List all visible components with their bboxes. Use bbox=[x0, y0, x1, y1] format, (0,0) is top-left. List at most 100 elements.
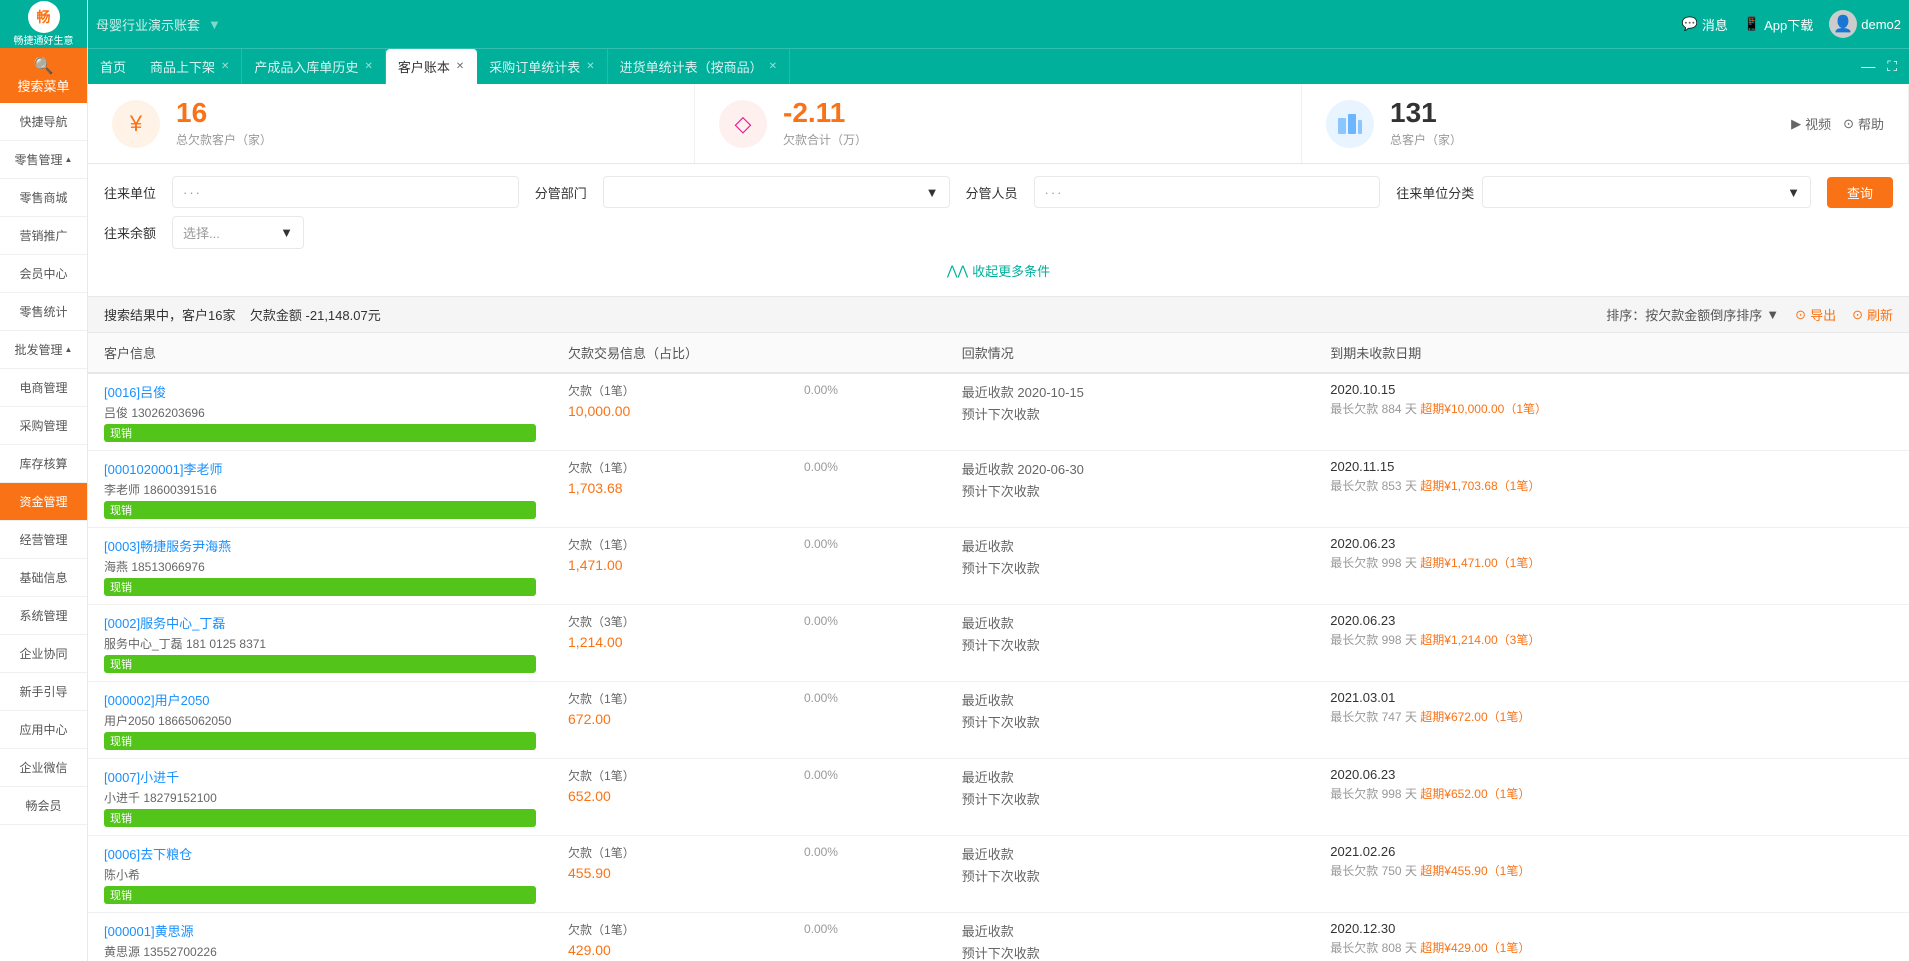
cell-percent-1: 0.00% bbox=[788, 451, 946, 528]
sidebar-item-new-guide[interactable]: 新手引导 bbox=[0, 673, 87, 711]
customer-name-7[interactable]: [000001]黄思源 bbox=[104, 921, 536, 940]
overdue-link-4[interactable]: 超期¥672.00（1笔） bbox=[1420, 710, 1530, 724]
customer-name-4[interactable]: [000002]用户2050 bbox=[104, 690, 536, 709]
debt-percent-4: 0.00% bbox=[804, 691, 838, 705]
sidebar-item-inventory[interactable]: 库存核算 bbox=[0, 445, 87, 483]
sidebar-item-quick-nav[interactable]: 快捷导航 bbox=[0, 103, 87, 141]
overdue-link-5[interactable]: 超期¥652.00（1笔） bbox=[1420, 787, 1530, 801]
tab-customer-account[interactable]: 客户账本 ✕ bbox=[386, 49, 477, 85]
cell-customer-2: [0003]畅捷服务尹海燕 海燕 18513066976 现销 bbox=[88, 528, 552, 605]
tab-action-maximize[interactable]: ⛶ bbox=[1883, 56, 1901, 77]
sidebar-item-retail-mgmt[interactable]: 零售管理▲ bbox=[0, 141, 87, 179]
overdue-link-7[interactable]: 超期¥429.00（1笔） bbox=[1420, 941, 1530, 955]
customer-phone-2: 海燕 18513066976 bbox=[104, 558, 536, 575]
cell-customer-5: [0007]小进千 小进千 18279152100 现销 bbox=[88, 759, 552, 836]
cell-percent-2: 0.00% bbox=[788, 528, 946, 605]
customer-tag-4: 现销 bbox=[104, 732, 536, 750]
overdue-link-2[interactable]: 超期¥1,471.00（1笔） bbox=[1420, 556, 1540, 570]
overdue-days-0: 最长欠款 884 天 超期¥10,000.00（1笔） bbox=[1330, 400, 1893, 417]
tab-home[interactable]: 首页 bbox=[88, 57, 138, 76]
results-summary: 搜索结果中，客户16家 bbox=[104, 308, 235, 323]
search-button[interactable]: 查询 bbox=[1827, 177, 1893, 208]
sidebar-item-marketing[interactable]: 营销推广 bbox=[0, 217, 87, 255]
stats-bar: ¥ 16 总欠款客户（家） ◇ -2.11 欠款合计（万） bbox=[88, 84, 1909, 164]
sidebar-item-enterprise[interactable]: 企业协同 bbox=[0, 635, 87, 673]
sidebar-item-member-center[interactable]: 会员中心 bbox=[0, 255, 87, 293]
tab-close-product-list[interactable]: ✕ bbox=[221, 61, 229, 72]
overdue-link-3[interactable]: 超期¥1,214.00（3笔） bbox=[1420, 633, 1540, 647]
customer-name-6[interactable]: [0006]去下粮仓 bbox=[104, 844, 536, 863]
table-row: [0001020001]李老师 李老师 18600391516 现销 欠款（1笔… bbox=[88, 451, 1909, 528]
cell-customer-6: [0006]去下粮仓 陈小希 现销 bbox=[88, 836, 552, 913]
message-btn[interactable]: 💬 消息 bbox=[1682, 15, 1728, 34]
debt-label-7: 欠款（1笔） bbox=[568, 921, 772, 938]
last-collect-6: 最近收款 bbox=[962, 844, 1298, 863]
debt-amount-icon: ◇ bbox=[719, 100, 767, 148]
sidebar-item-vip-member[interactable]: 畅会员 bbox=[0, 787, 87, 825]
message-icon: 💬 bbox=[1682, 16, 1698, 32]
debt-amount-3[interactable]: 1,214.00 bbox=[568, 634, 772, 650]
debt-amount-7[interactable]: 429.00 bbox=[568, 942, 772, 958]
dept-field: 分管部门 ▼ bbox=[535, 176, 950, 208]
tab-bar: 首页 商品上下架 ✕ 产成品入库单历史 ✕ 客户账本 ✕ 采购订单统计表 ✕ 进… bbox=[88, 48, 1909, 84]
debt-amount-2[interactable]: 1,471.00 bbox=[568, 557, 772, 573]
tab-product-list[interactable]: 商品上下架 ✕ bbox=[138, 49, 242, 85]
sidebar-item-batch-mgmt[interactable]: 批发管理▲ bbox=[0, 331, 87, 369]
customer-name-1[interactable]: [0001020001]李老师 bbox=[104, 459, 536, 478]
refresh-btn[interactable]: ⊙ 刷新 bbox=[1852, 305, 1893, 324]
sidebar-item-ecommerce[interactable]: 电商管理 bbox=[0, 369, 87, 407]
sidebar-item-finance[interactable]: 资金管理 bbox=[0, 483, 87, 521]
sidebar-item-retail-mall[interactable]: 零售商城 bbox=[0, 179, 87, 217]
table-row: [000002]用户2050 用户2050 18665062050 现销 欠款（… bbox=[88, 682, 1909, 759]
balance-select[interactable]: 选择... ▼ bbox=[172, 216, 304, 249]
tab-action-minimize[interactable]: — bbox=[1857, 56, 1879, 77]
sidebar-item-system-mgmt[interactable]: 系统管理 bbox=[0, 597, 87, 635]
help-btn[interactable]: ⊙ 帮助 bbox=[1843, 114, 1884, 133]
overdue-link-6[interactable]: 超期¥455.90（1笔） bbox=[1420, 864, 1530, 878]
user-avatar-btn[interactable]: 👤 demo2 bbox=[1829, 10, 1901, 38]
refresh-icon: ⊙ bbox=[1852, 307, 1863, 323]
debt-amount-1[interactable]: 1,703.68 bbox=[568, 480, 772, 496]
tab-close-customer-account[interactable]: ✕ bbox=[456, 61, 464, 72]
vendor-category-select[interactable]: ▼ bbox=[1482, 176, 1811, 208]
tab-inventory-stats[interactable]: 进货单统计表（按商品） ✕ bbox=[608, 49, 790, 85]
customer-tag-5: 现销 bbox=[104, 809, 536, 827]
customer-name-5[interactable]: [0007]小进千 bbox=[104, 767, 536, 786]
debt-amount-0[interactable]: 10,000.00 bbox=[568, 403, 772, 419]
dept-select[interactable]: ▼ bbox=[603, 176, 950, 208]
customer-name-3[interactable]: [0002]服务中心_丁磊 bbox=[104, 613, 536, 632]
vendor-category-field: 往来单位分类 ▼ bbox=[1396, 176, 1811, 208]
sidebar-item-enterprise-wechat[interactable]: 企业微信 bbox=[0, 749, 87, 787]
due-date-1: 2020.11.15 bbox=[1330, 459, 1893, 474]
tab-close-production-history[interactable]: ✕ bbox=[364, 61, 372, 72]
tab-close-purchase-order[interactable]: ✕ bbox=[586, 61, 594, 72]
customer-name-2[interactable]: [0003]畅捷服务尹海燕 bbox=[104, 536, 536, 555]
cell-due-4: 2021.03.01 最长欠款 747 天 超期¥672.00（1笔） bbox=[1314, 682, 1909, 759]
last-collect-4: 最近收款 bbox=[962, 690, 1298, 709]
sidebar-item-basic-info[interactable]: 基础信息 bbox=[0, 559, 87, 597]
tab-close-inventory-stats[interactable]: ✕ bbox=[769, 61, 777, 72]
sidebar-item-operation[interactable]: 经营管理 bbox=[0, 521, 87, 559]
cell-percent-0: 0.00% bbox=[788, 373, 946, 451]
debt-amount-6[interactable]: 455.90 bbox=[568, 865, 772, 881]
sort-select[interactable]: 排序：按欠款金额倒序排序 ▼ bbox=[1606, 305, 1779, 324]
sidebar-item-app-center[interactable]: 应用中心 bbox=[0, 711, 87, 749]
tab-purchase-order[interactable]: 采购订单统计表 ✕ bbox=[477, 49, 607, 85]
collapse-btn[interactable]: ⋀⋀ 收起更多条件 bbox=[104, 257, 1893, 284]
export-btn[interactable]: ⊙ 导出 bbox=[1795, 305, 1836, 324]
debt-amount-4[interactable]: 672.00 bbox=[568, 711, 772, 727]
sidebar-item-retail-stats[interactable]: 零售统计 bbox=[0, 293, 87, 331]
person-input[interactable]: ··· bbox=[1034, 176, 1381, 208]
customer-name-0[interactable]: [0016]吕俊 bbox=[104, 382, 536, 401]
overdue-link-1[interactable]: 超期¥1,703.68（1笔） bbox=[1420, 479, 1540, 493]
search-menu-item[interactable]: 🔍 搜索菜单 bbox=[0, 48, 87, 103]
video-help-btn[interactable]: ▶ 视频 bbox=[1791, 114, 1831, 133]
debt-amount-5[interactable]: 652.00 bbox=[568, 788, 772, 804]
tab-production-history[interactable]: 产成品入库单历史 ✕ bbox=[242, 49, 385, 85]
debt-percent-0: 0.00% bbox=[804, 383, 838, 397]
sidebar-item-purchase-mgmt[interactable]: 采购管理 bbox=[0, 407, 87, 445]
overdue-link-0[interactable]: 超期¥10,000.00（1笔） bbox=[1420, 402, 1547, 416]
app-download-btn[interactable]: 📱 App下载 bbox=[1744, 15, 1813, 34]
vendor-input[interactable]: ··· bbox=[172, 176, 519, 208]
table-row: [0007]小进千 小进千 18279152100 现销 欠款（1笔） 652.… bbox=[88, 759, 1909, 836]
